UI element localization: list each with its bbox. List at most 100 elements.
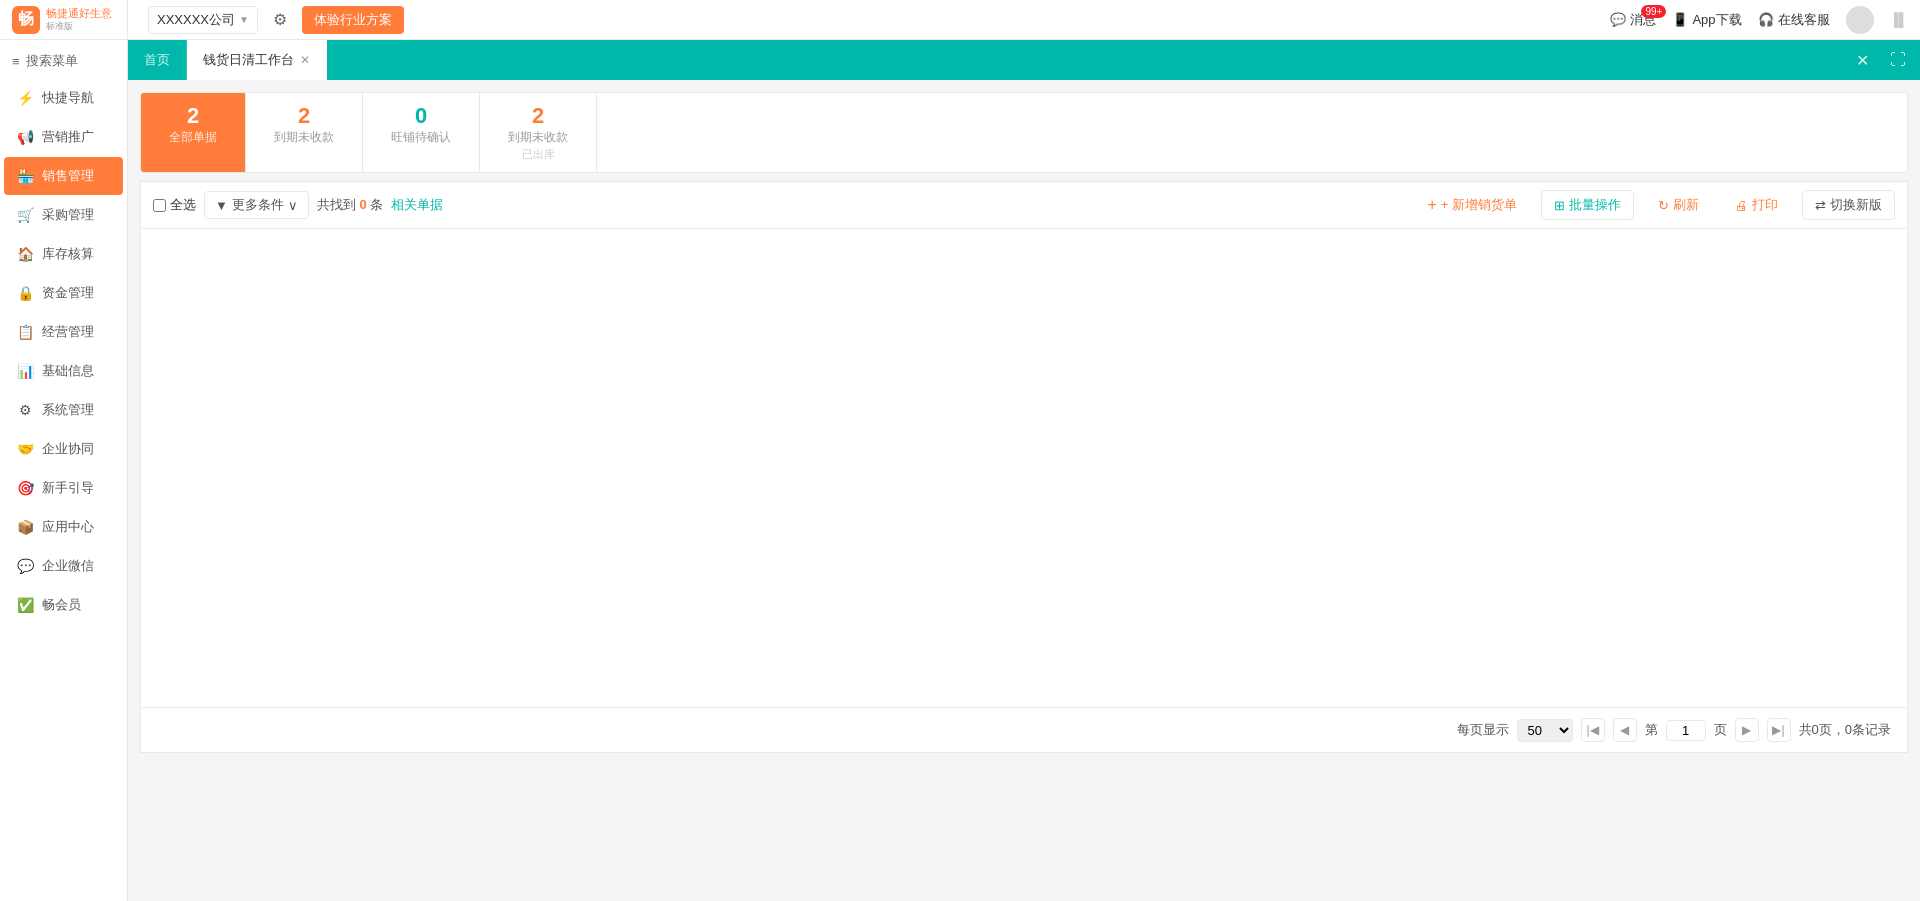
quick-nav-icon: ⚡ [16,90,34,106]
sales-icon: 🏪 [16,168,34,184]
tab-close-icon[interactable]: ✕ [300,53,310,67]
finance-icon: 🔒 [16,285,34,301]
found-count: 0 [360,197,367,212]
sidebar-item-quick-nav[interactable]: ⚡ 快捷导航 [4,79,123,117]
sidebar-item-label: 企业微信 [42,557,94,575]
refresh-button[interactable]: ↻ 刷新 [1646,191,1711,219]
guide-icon: 🎯 [16,480,34,496]
sidebar-item-enterprise[interactable]: 🤝 企业协同 [4,430,123,468]
sidebar-item-appstore[interactable]: 📦 应用中心 [4,508,123,546]
print-button[interactable]: 🖨 打印 [1723,191,1790,219]
tab-minimize-button[interactable]: ✕ [1848,46,1876,74]
member-icon: ✅ [16,597,34,613]
sidebar-item-label: 畅会员 [42,596,81,614]
sidebar-item-label: 库存核算 [42,245,94,263]
online-service-link[interactable]: 🎧 在线客服 [1758,11,1830,29]
mobile-icon: 📱 [1672,12,1688,27]
logo-sub: 标准版 [46,20,112,33]
tabs-bar: 首页 钱货日清工作台 ✕ ✕ ⛶ [128,40,1920,80]
toolbar-left: 全选 ▼ 更多条件 ∨ 共找到 0 条 相关单据 [153,191,1407,219]
tab-home-label: 首页 [144,51,170,69]
toolbar: 全选 ▼ 更多条件 ∨ 共找到 0 条 相关单据 + + 新增销货单 ⊞ 批量操… [140,181,1908,228]
sidebar-item-label: 快捷导航 [42,89,94,107]
header-right: 💬 消息 99+ 📱 App下载 🎧 在线客服 ▐▌ [1610,6,1908,34]
inventory-icon: 🏠 [16,246,34,262]
sidebar-item-member[interactable]: ✅ 畅会员 [4,586,123,624]
select-all-input[interactable] [153,199,166,212]
sidebar-item-label: 采购管理 [42,206,94,224]
sidebar-item-label: 企业协同 [42,440,94,458]
batch-operation-button[interactable]: ⊞ 批量操作 [1541,190,1634,220]
select-all-label: 全选 [170,196,196,214]
weixin-icon: 💬 [16,558,34,574]
sidebar-item-label: 新手引导 [42,479,94,497]
pagination-bar: 每页显示 20 50 100 |◀ ◀ 第 页 ▶ ▶| 共0页，0条记录 [140,708,1908,753]
table-area [140,228,1908,708]
search-menu-label: 搜索菜单 [26,52,78,70]
logo-text-area: 畅捷通好生意 标准版 [46,6,112,33]
sidebar-item-finance[interactable]: 🔒 资金管理 [4,274,123,312]
batch-icon: ⊞ [1554,198,1565,213]
stat-tab-overdue-shipped[interactable]: 2 到期未收款 已出库 [480,93,597,172]
tab-cashflow-label: 钱货日清工作台 [203,51,294,69]
sidebar-item-label: 营销推广 [42,128,94,146]
sidebar: 畅 畅捷通好生意 标准版 ≡ 搜索菜单 ⚡ 快捷导航 📢 营销推广 🏪 销售管理… [0,0,128,901]
switch-version-button[interactable]: ⇄ 切换新版 [1802,190,1895,220]
settings-button[interactable]: ⚙ [266,6,294,34]
search-menu-item[interactable]: ≡ 搜索菜单 [0,44,127,78]
current-page-input[interactable] [1666,720,1706,741]
tab-maximize-button[interactable]: ⛶ [1884,46,1912,74]
toolbar-right: + + 新增销货单 ⊞ 批量操作 ↻ 刷新 🖨 打印 ⇄ 切换新版 [1415,190,1895,220]
stat-count-pending: 0 [391,103,451,129]
filter-button[interactable]: ▼ 更多条件 ∨ [204,191,309,219]
top-header: XXXXXX公司 ▼ ⚙ 体验行业方案 💬 消息 99+ 📱 App下载 🎧 在… [128,0,1920,40]
stat-tab-all[interactable]: 2 全部单据 [141,93,246,172]
sidebar-item-marketing[interactable]: 📢 营销推广 [4,118,123,156]
stat-label-overdue-shipped: 到期未收款 [508,129,568,146]
message-badge: 99+ [1641,5,1666,18]
sidebar-item-guide[interactable]: 🎯 新手引导 [4,469,123,507]
company-selector[interactable]: XXXXXX公司 ▼ [148,6,258,34]
experience-button[interactable]: 体验行业方案 [302,6,404,34]
page-label: 第 [1645,721,1658,739]
sidebar-item-label: 应用中心 [42,518,94,536]
stat-tab-pending[interactable]: 0 旺铺待确认 [363,93,480,172]
prev-page-button[interactable]: ◀ [1613,718,1637,742]
tab-cashflow[interactable]: 钱货日清工作台 ✕ [187,40,327,80]
last-page-button[interactable]: ▶| [1767,718,1791,742]
related-records-link[interactable]: 相关单据 [391,196,443,214]
avatar[interactable] [1846,6,1874,34]
app-download-link[interactable]: 📱 App下载 [1672,11,1741,29]
print-icon: 🖨 [1735,198,1748,213]
tab-actions: ✕ ⛶ [1848,46,1920,74]
next-page-button[interactable]: ▶ [1735,718,1759,742]
sidebar-item-system[interactable]: ⚙ 系统管理 [4,391,123,429]
sidebar-item-basic[interactable]: 📊 基础信息 [4,352,123,390]
page-size-label: 每页显示 [1457,721,1509,739]
stat-count-overdue-shipped: 2 [508,103,568,129]
page-size-select[interactable]: 20 50 100 [1517,719,1573,742]
first-page-button[interactable]: |◀ [1581,718,1605,742]
new-sales-order-button[interactable]: + + 新增销货单 [1415,191,1529,219]
message-area[interactable]: 💬 消息 99+ [1610,11,1656,29]
purchase-icon: 🛒 [16,207,34,223]
plus-icon: + [1427,196,1436,214]
page-label-end: 页 [1714,721,1727,739]
sidebar-item-purchase[interactable]: 🛒 采购管理 [4,196,123,234]
refresh-icon: ↻ [1658,198,1669,213]
sidebar-item-inventory[interactable]: 🏠 库存核算 [4,235,123,273]
sidebar-item-operation[interactable]: 📋 经营管理 [4,313,123,351]
online-service-label: 在线客服 [1778,11,1830,29]
found-text: 共找到 0 条 [317,196,383,214]
select-all-checkbox[interactable]: 全选 [153,196,196,214]
tab-home[interactable]: 首页 [128,40,187,80]
stat-tab-overdue[interactable]: 2 到期未收款 [246,93,363,172]
appstore-icon: 📦 [16,519,34,535]
search-icon: ≡ [12,54,20,69]
sidebar-item-weixin[interactable]: 💬 企业微信 [4,547,123,585]
sidebar-nav: ≡ 搜索菜单 ⚡ 快捷导航 📢 营销推广 🏪 销售管理 🛒 采购管理 🏠 库存核… [0,40,127,901]
chevron-down-icon: ∨ [288,198,298,213]
switch-icon: ⇄ [1815,198,1826,213]
sidebar-item-sales[interactable]: 🏪 销售管理 [4,157,123,195]
sidebar-logo-area: 畅 畅捷通好生意 标准版 [0,0,127,40]
